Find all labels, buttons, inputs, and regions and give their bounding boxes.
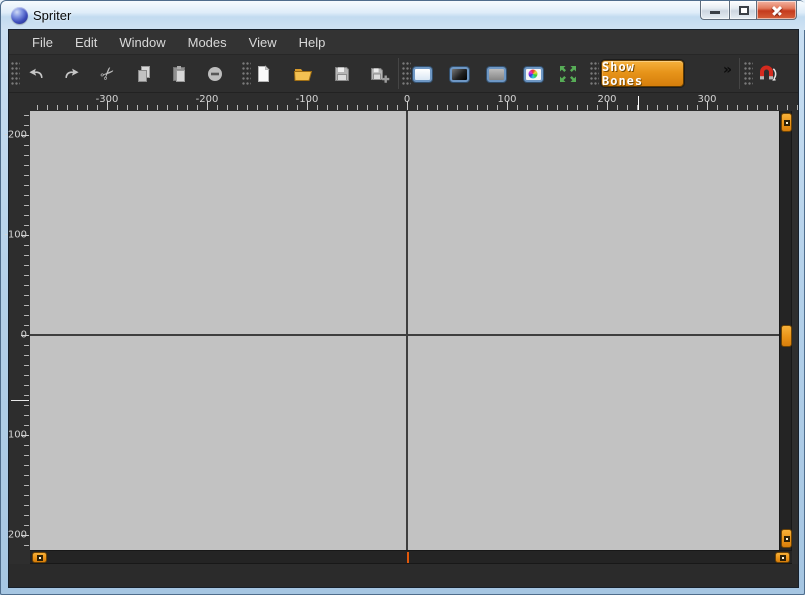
magnet-rotate-icon (755, 62, 779, 86)
maximize-button[interactable] (729, 1, 757, 20)
h-ruler-label: -200 (196, 94, 219, 105)
h-ruler-label: 300 (697, 94, 716, 105)
h-ruler-label: 200 (597, 94, 616, 105)
v-ruler-label: 0 (21, 330, 27, 341)
h-scroll-right-handle[interactable] (775, 552, 790, 563)
show-bones-button[interactable]: Show Bones (601, 60, 684, 87)
v-ruler-label: 200 (8, 530, 27, 541)
window-gray-icon (487, 67, 506, 82)
h-ruler-label: 100 (497, 94, 516, 105)
snap-magnet-button[interactable] (755, 62, 779, 86)
save-icon (332, 64, 352, 84)
window-title: Spriter (33, 8, 71, 23)
scissors-icon: ✂ (96, 62, 120, 86)
toolbar-separator (739, 58, 740, 89)
vertical-ruler[interactable]: -200 -100 0 100 200 (9, 111, 30, 550)
save-button[interactable] (330, 62, 354, 86)
save-plus-icon (369, 64, 391, 84)
close-button[interactable] (757, 1, 797, 20)
handle-grip-dot (784, 536, 790, 542)
origin-horizontal-axis (30, 334, 779, 336)
h-ruler-label: -300 (96, 94, 119, 105)
window-controls (700, 1, 797, 20)
window-image-icon (524, 67, 543, 82)
window-light-icon (413, 67, 432, 82)
menu-help[interactable]: Help (288, 35, 337, 50)
paste-icon (169, 64, 189, 84)
undo-icon (26, 64, 46, 84)
minimize-button[interactable] (700, 1, 729, 20)
remove-button[interactable] (203, 62, 227, 86)
toolbar-separator (398, 58, 399, 89)
toolbar: ✂ (9, 54, 798, 93)
v-ruler-label: 100 (8, 430, 27, 441)
app-icon (11, 7, 28, 24)
app-client-area: File Edit Window Modes View Help ✂ (9, 30, 798, 587)
handle-grip-dot (780, 555, 786, 561)
horizontal-ruler[interactable]: -300 -200 -100 0 100 200 300 (30, 93, 798, 111)
vertical-scrollbar[interactable] (779, 111, 792, 550)
undo-button[interactable] (24, 62, 48, 86)
open-folder-icon (292, 64, 314, 84)
h-ruler-label: 0 (404, 94, 410, 105)
h-scroll-left-handle[interactable] (32, 552, 47, 563)
toolbar-grip[interactable] (744, 62, 753, 87)
v-scroll-bottom-handle[interactable] (781, 529, 792, 548)
paste-button[interactable] (167, 62, 191, 86)
copy-button[interactable] (132, 62, 156, 86)
save-as-button[interactable] (368, 62, 392, 86)
ruler-corner (9, 93, 30, 111)
v-scroll-origin-handle[interactable] (781, 325, 792, 347)
title-bar[interactable]: Spriter (1, 1, 805, 30)
expand-arrows-icon (558, 64, 578, 84)
view-gray-button[interactable] (484, 62, 508, 86)
window-dark-icon (450, 67, 469, 82)
close-icon (770, 4, 783, 17)
toolbar-overflow-chevron[interactable]: » (723, 62, 732, 78)
menu-modes[interactable]: Modes (177, 35, 238, 50)
menu-view[interactable]: View (238, 35, 288, 50)
menu-bar: File Edit Window Modes View Help (9, 30, 798, 54)
origin-vertical-axis (406, 111, 408, 550)
view-image-button[interactable] (521, 62, 545, 86)
v-ruler-cursor-marker (11, 400, 29, 401)
maximize-icon (739, 6, 749, 15)
view-light-button[interactable] (410, 62, 434, 86)
v-scroll-top-handle[interactable] (781, 113, 792, 132)
spriter-window: { "window": { "title": "Spriter", "contr… (0, 0, 805, 595)
handle-grip-dot (784, 120, 790, 126)
redo-icon (62, 64, 82, 84)
canvas[interactable] (30, 111, 779, 550)
h-ruler-cursor-marker (638, 96, 639, 110)
menu-edit[interactable]: Edit (64, 35, 108, 50)
menu-file[interactable]: File (21, 35, 64, 50)
h-scroll-origin-marker[interactable] (407, 552, 409, 563)
bottom-panel-area (9, 564, 798, 587)
h-ruler-label: -100 (296, 94, 319, 105)
h-ruler-ticks (30, 105, 798, 110)
toolbar-grip[interactable] (590, 62, 599, 87)
menu-window[interactable]: Window (108, 35, 176, 50)
view-dark-button[interactable] (447, 62, 471, 86)
new-file-button[interactable] (251, 62, 275, 86)
horizontal-scrollbar[interactable] (30, 550, 792, 564)
new-file-icon (253, 64, 273, 84)
expand-view-button[interactable] (556, 62, 580, 86)
minimize-icon (710, 11, 720, 14)
v-ruler-label: -200 (4, 130, 27, 141)
minus-circle-icon (205, 64, 225, 84)
open-file-button[interactable] (291, 62, 315, 86)
copy-icon (134, 64, 154, 84)
v-ruler-label: -100 (4, 230, 27, 241)
toolbar-grip[interactable] (242, 62, 251, 87)
redo-button[interactable] (60, 62, 84, 86)
toolbar-grip[interactable] (11, 62, 20, 87)
handle-grip-dot (37, 555, 43, 561)
cut-button[interactable]: ✂ (96, 62, 120, 86)
